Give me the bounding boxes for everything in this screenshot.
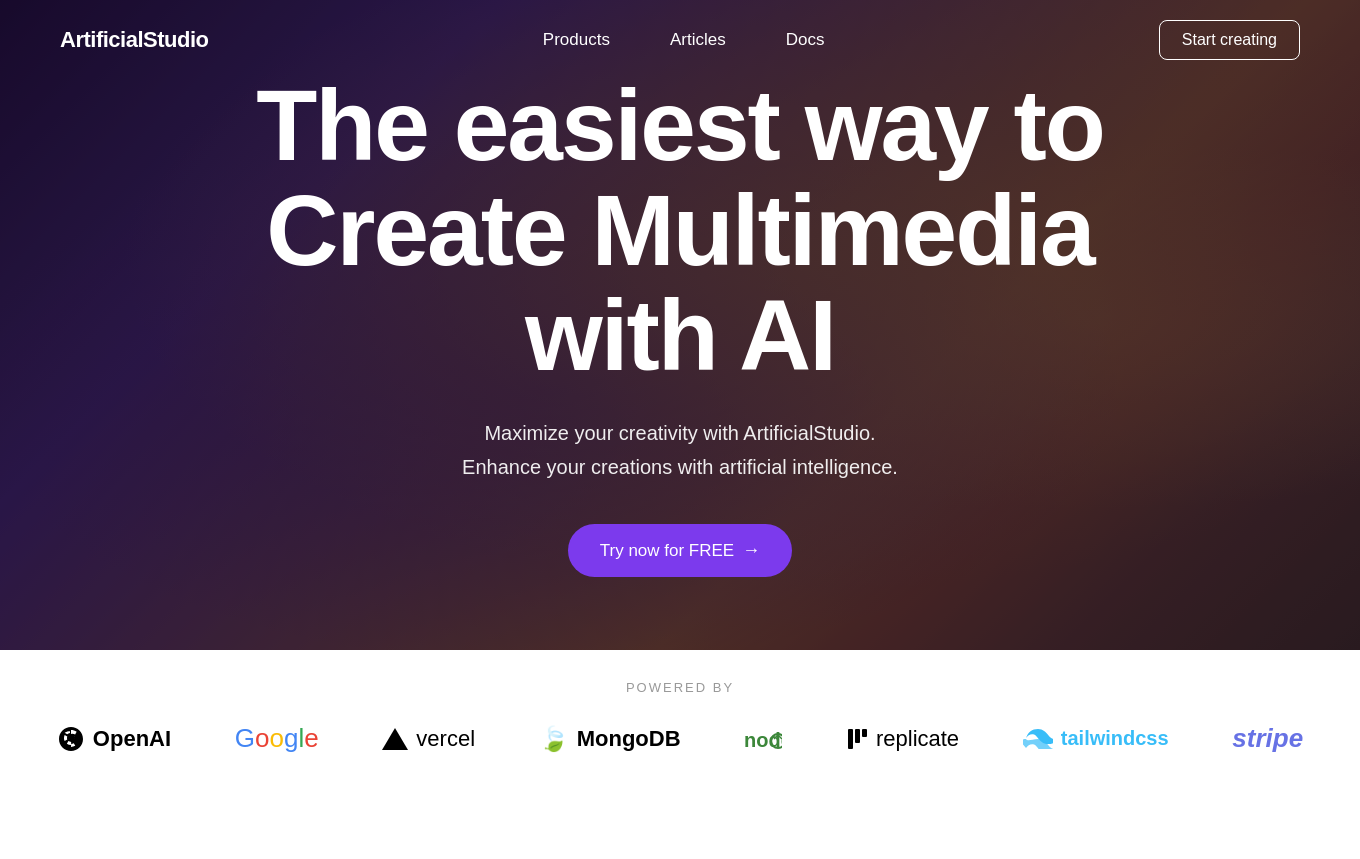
vercel-logo: vercel [382, 726, 475, 752]
hero-title: The easiest way to Create Multimedia wit… [256, 73, 1104, 388]
replicate-logo: replicate [846, 726, 959, 752]
powered-by-section: POWERED BY OpenAI Google vercel 🍃 MongoD… [0, 650, 1360, 794]
replicate-text: replicate [876, 726, 959, 752]
hero-subtitle: Maximize your creativity with Artificial… [256, 416, 1104, 484]
tailwindcss-text: tailwindcss [1061, 727, 1169, 750]
mongodb-leaf-icon: 🍃 [539, 725, 569, 753]
openai-text: OpenAI [93, 726, 171, 752]
tailwindcss-icon [1023, 729, 1053, 749]
google-e: e [304, 723, 318, 753]
svg-rect-5 [855, 729, 860, 743]
google-o2: o [269, 723, 283, 753]
vercel-text: vercel [416, 726, 475, 752]
svg-rect-6 [862, 729, 867, 737]
nodejs-icon: node . js [744, 727, 782, 751]
hero-title-line3: with AI [525, 279, 835, 391]
openai-logo: OpenAI [57, 725, 171, 753]
hero-title-line1: The easiest way to [256, 69, 1104, 181]
hero-cta-label: Try now for FREE [600, 541, 734, 561]
hero-title-line2: Create Multimedia [266, 174, 1093, 286]
hero-content: The easiest way to Create Multimedia wit… [216, 73, 1144, 577]
hero-section: The easiest way to Create Multimedia wit… [0, 0, 1360, 650]
google-logo: Google [235, 723, 319, 754]
vercel-triangle-icon [382, 728, 408, 750]
mongodb-logo: 🍃 MongoDB [539, 725, 681, 753]
powered-by-label: POWERED BY [0, 680, 1360, 695]
stripe-text: stripe [1232, 723, 1303, 754]
nav-logo[interactable]: ArtificialStudio [60, 27, 208, 53]
logos-row: OpenAI Google vercel 🍃 MongoDB node . js [0, 723, 1360, 754]
svg-rect-4 [848, 729, 853, 749]
replicate-icon [846, 727, 870, 751]
google-text: Google [235, 723, 319, 754]
tailwindcss-logo: tailwindcss [1023, 727, 1169, 750]
nav-link-products[interactable]: Products [543, 30, 610, 50]
mongodb-text: MongoDB [577, 726, 681, 752]
nav-link-docs[interactable]: Docs [786, 30, 825, 50]
stripe-logo: stripe [1232, 723, 1303, 754]
nav-cta-button[interactable]: Start creating [1159, 20, 1300, 60]
openai-icon [57, 725, 85, 753]
google-o1: o [255, 723, 269, 753]
nav-link-articles[interactable]: Articles [670, 30, 726, 50]
google-g2: g [284, 723, 298, 753]
nodejs-logo: node . js [744, 727, 782, 751]
bottom-spacer [0, 794, 1360, 844]
hero-subtitle-line1: Maximize your creativity with Artificial… [484, 422, 875, 444]
navbar: ArtificialStudio Products Articles Docs … [0, 0, 1360, 80]
nav-links: Products Articles Docs [543, 30, 825, 50]
google-g: G [235, 723, 255, 753]
hero-subtitle-line2: Enhance your creations with artificial i… [462, 456, 898, 478]
hero-cta-button[interactable]: Try now for FREE → [568, 524, 792, 577]
hero-cta-arrow-icon: → [742, 540, 760, 561]
